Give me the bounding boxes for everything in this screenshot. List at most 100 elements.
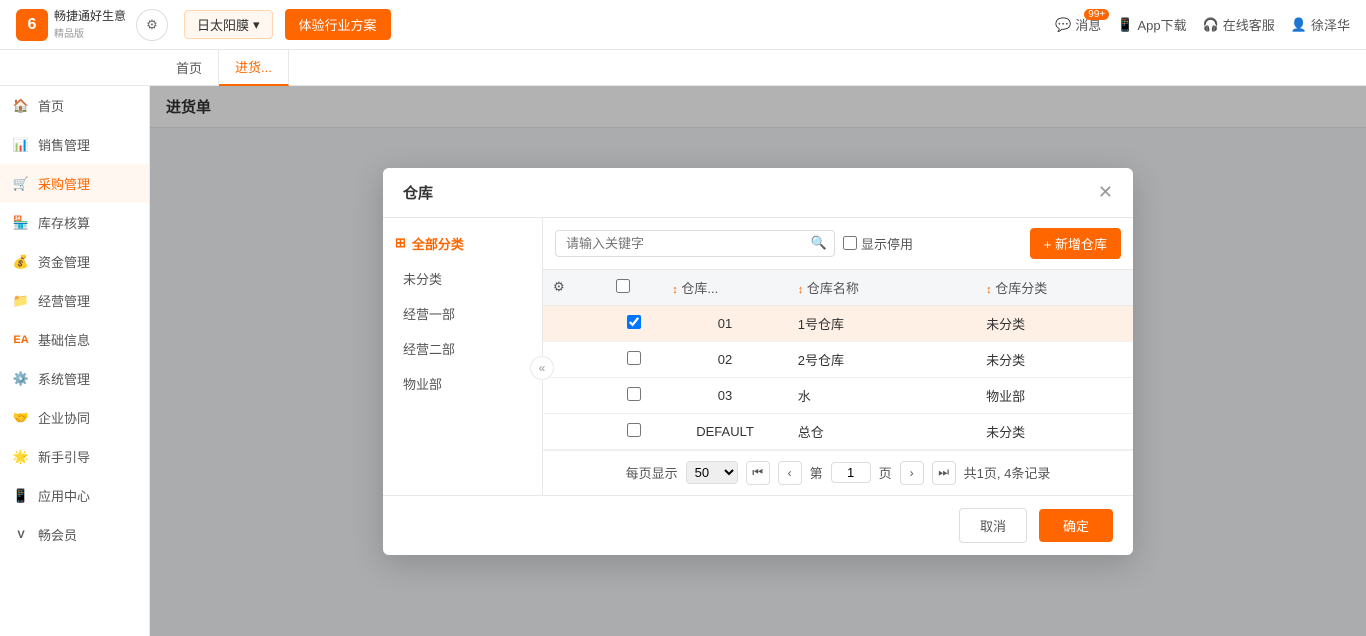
- search-icon[interactable]: 🔍: [811, 235, 827, 251]
- user-icon: 👤: [1291, 17, 1307, 33]
- sidebar-item-system[interactable]: ⚙️ 系统管理: [0, 359, 149, 398]
- category-panel: ⊞ 全部分类 未分类 经营一部 经营二部 物业部: [383, 218, 543, 495]
- sort-icon-name: ↕: [798, 284, 804, 296]
- prev-page-button[interactable]: ‹: [778, 461, 802, 485]
- industry-solution-button[interactable]: 体验行业方案: [285, 9, 391, 40]
- system-icon: ⚙️: [12, 371, 30, 387]
- settings-button[interactable]: ⚙: [136, 9, 168, 41]
- table-row[interactable]: 01 1号仓库 未分类: [543, 305, 1133, 341]
- sidebar-item-operations[interactable]: 📁 经营管理: [0, 281, 149, 320]
- warehouse-table: ⚙ ↕ 仓库... ↕ 仓库名称: [543, 270, 1133, 450]
- show-disabled-checkbox[interactable]: [843, 236, 857, 250]
- search-input[interactable]: [555, 230, 835, 257]
- sidebar-item-enterprise[interactable]: 🤝 企业协同: [0, 398, 149, 437]
- row-cb-2[interactable]: [606, 341, 662, 377]
- operations-icon: 📁: [12, 293, 30, 309]
- table-toolbar: 🔍 显示停用 + 新增仓库: [543, 218, 1133, 270]
- next-page-button[interactable]: ›: [900, 461, 924, 485]
- table-row[interactable]: 03 水 物业部: [543, 377, 1133, 413]
- app-download-button[interactable]: 📱 App下载: [1117, 15, 1186, 34]
- add-warehouse-button[interactable]: + 新增仓库: [1030, 228, 1121, 259]
- user-menu[interactable]: 👤 徐泽华: [1291, 15, 1350, 34]
- category-item-ops2[interactable]: 经营二部: [383, 331, 542, 366]
- row-checkbox-4[interactable]: [627, 423, 641, 437]
- nav-tabs: 首页 进货...: [0, 50, 1366, 86]
- last-page-button[interactable]: ⏭: [932, 461, 956, 485]
- row-cat-1: 未分类: [976, 305, 1133, 341]
- apps-icon: 📱: [12, 488, 30, 504]
- member-icon: V: [12, 529, 30, 541]
- dialog-header: 仓库 ✕: [383, 168, 1133, 218]
- home-icon: 🏠: [12, 98, 30, 114]
- sidebar-item-guide[interactable]: 🌟 新手引导: [0, 437, 149, 476]
- chevron-down-icon: ▾: [253, 17, 260, 33]
- header-code[interactable]: ↕ 仓库...: [662, 270, 788, 306]
- logo-icon: 6: [16, 9, 48, 41]
- dialog-body: ⊞ 全部分类 未分类 经营一部 经营二部 物业部: [383, 218, 1133, 495]
- inventory-icon: 🏪: [12, 215, 30, 231]
- service-button[interactable]: 🎧 在线客服: [1203, 15, 1275, 34]
- collapse-panel-button[interactable]: «: [530, 356, 554, 380]
- sidebar-item-finance[interactable]: 💰 资金管理: [0, 242, 149, 281]
- enterprise-icon: 🤝: [12, 410, 30, 426]
- select-all-checkbox[interactable]: [616, 279, 630, 293]
- headset-icon: 🎧: [1203, 17, 1219, 33]
- header-checkbox: [606, 270, 662, 306]
- confirm-button[interactable]: 确定: [1039, 509, 1113, 542]
- category-item-ops1[interactable]: 经营一部: [383, 296, 542, 331]
- row-name-3: 水: [788, 377, 976, 413]
- brand-name: 畅捷通好生意: [54, 9, 126, 25]
- sidebar-item-member[interactable]: V 畅会员: [0, 515, 149, 554]
- message-button[interactable]: 💬 消息 99+: [1055, 15, 1101, 34]
- row-code-4: DEFAULT: [662, 413, 788, 449]
- sidebar-item-basic-info[interactable]: EA 基础信息: [0, 320, 149, 359]
- table-scroll-area: ⚙ ↕ 仓库... ↕ 仓库名称: [543, 270, 1133, 450]
- per-page-select[interactable]: 50 100 200: [686, 461, 738, 484]
- finance-icon: 💰: [12, 254, 30, 270]
- row-name-4: 总仓: [788, 413, 976, 449]
- show-disabled-label[interactable]: 显示停用: [843, 234, 913, 253]
- warehouse-dialog: 仓库 ✕ ⊞ 全部分类 未分类 经营一: [383, 168, 1133, 555]
- row-cat-3: 物业部: [976, 377, 1133, 413]
- dialog-footer: 取消 确定: [383, 495, 1133, 555]
- category-item-unclassified[interactable]: 未分类: [383, 261, 542, 296]
- app-icon: 📱: [1117, 17, 1133, 33]
- table-panel: 🔍 显示停用 + 新增仓库: [543, 218, 1133, 495]
- row-cb-4[interactable]: [606, 413, 662, 449]
- first-page-button[interactable]: ⏮: [746, 461, 770, 485]
- page-number-input[interactable]: [831, 462, 871, 483]
- table-row[interactable]: 02 2号仓库 未分类: [543, 341, 1133, 377]
- sidebar-item-apps[interactable]: 📱 应用中心: [0, 476, 149, 515]
- row-checkbox-2[interactable]: [627, 351, 641, 365]
- row-code-3: 03: [662, 377, 788, 413]
- brand-sub: 精品版: [54, 25, 126, 40]
- category-all[interactable]: ⊞ 全部分类: [383, 226, 542, 261]
- sidebar-item-purchase[interactable]: 🛒 采购管理: [0, 164, 149, 203]
- sidebar-item-inventory[interactable]: 🏪 库存核算: [0, 203, 149, 242]
- topbar-right: 💬 消息 99+ 📱 App下载 🎧 在线客服 👤 徐泽华: [1055, 15, 1350, 34]
- tab-home[interactable]: 首页: [160, 50, 219, 86]
- row-cb-3[interactable]: [606, 377, 662, 413]
- header-name[interactable]: ↕ 仓库名称: [788, 270, 976, 306]
- row-name-2: 2号仓库: [788, 341, 976, 377]
- logo: 6 畅捷通好生意 精品版: [16, 9, 136, 41]
- row-checkbox-1[interactable]: [627, 315, 641, 329]
- close-button[interactable]: ✕: [1098, 182, 1113, 203]
- row-checkbox-3[interactable]: [627, 387, 641, 401]
- modal-overlay: 仓库 ✕ ⊞ 全部分类 未分类 经营一: [150, 86, 1366, 636]
- row-cb-1[interactable]: [606, 305, 662, 341]
- category-item-property[interactable]: 物业部: [383, 366, 542, 401]
- row-code-2: 02: [662, 341, 788, 377]
- purchase-icon: 🛒: [12, 176, 30, 192]
- message-icon: 💬: [1055, 17, 1071, 33]
- row-cat-2: 未分类: [976, 341, 1133, 377]
- store-selector[interactable]: 日太阳膜 ▾: [184, 10, 273, 39]
- table-row[interactable]: DEFAULT 总仓 未分类: [543, 413, 1133, 449]
- sales-icon: 📊: [12, 137, 30, 153]
- cancel-button[interactable]: 取消: [959, 508, 1027, 543]
- sidebar-item-sales[interactable]: 📊 销售管理: [0, 125, 149, 164]
- header-category[interactable]: ↕ 仓库分类: [976, 270, 1133, 306]
- row-code-1: 01: [662, 305, 788, 341]
- tab-purchase[interactable]: 进货...: [219, 50, 289, 86]
- sidebar-item-home[interactable]: 🏠 首页: [0, 86, 149, 125]
